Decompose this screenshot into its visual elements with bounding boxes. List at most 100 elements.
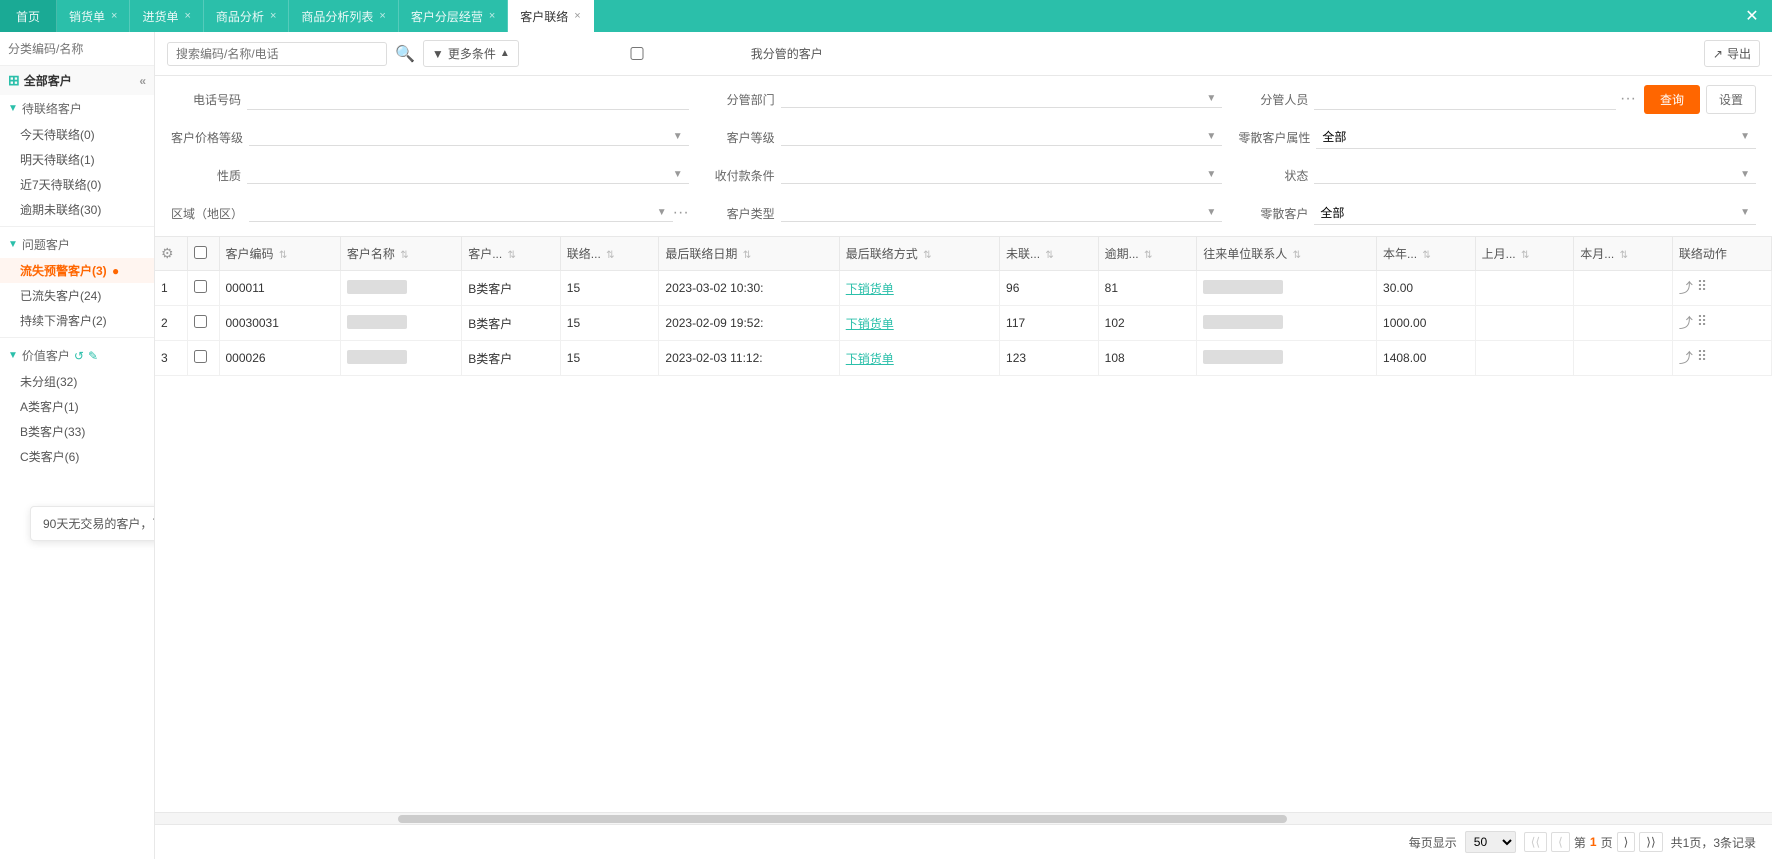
filter-customer-type-select[interactable]: ▼	[781, 204, 1223, 222]
tab-purchase-close[interactable]: ×	[184, 10, 190, 22]
last-page-button[interactable]: ⟩⟩	[1639, 832, 1662, 852]
th-overdue[interactable]: 逾期... ⇅	[1098, 237, 1197, 271]
tab-home[interactable]: 首页	[0, 0, 57, 32]
table-settings-icon[interactable]: ⚙	[161, 245, 174, 261]
cell-this-year: 30.00	[1377, 271, 1476, 306]
first-page-button[interactable]: ⟨⟨	[1524, 832, 1547, 852]
sidebar-item-overdue[interactable]: 逾期未联络(30)	[0, 197, 154, 222]
th-code[interactable]: 客户编码 ⇅	[219, 237, 340, 271]
th-unit-contact[interactable]: 往来单位联系人 ⇅	[1197, 237, 1377, 271]
tab-customer-segment[interactable]: 客户分层经营 ×	[399, 0, 508, 32]
sidebar-item-churned[interactable]: 已流失客户(24)	[0, 283, 154, 308]
export-button[interactable]: ↗ 导出	[1704, 40, 1760, 67]
my-customers-filter[interactable]: 我分管的客户	[527, 45, 823, 62]
sidebar-all-customers[interactable]: ⊞ 全部客户 «	[0, 66, 154, 95]
sidebar-item-declining[interactable]: 持续下滑客户(2)	[0, 308, 154, 333]
th-name[interactable]: 客户名称 ⇅	[340, 237, 461, 271]
scrollbar-thumb[interactable]	[398, 815, 1287, 823]
th-last-month[interactable]: 上月... ⇅	[1475, 237, 1574, 271]
tab-sales[interactable]: 销货单 ×	[57, 0, 130, 32]
th-no-contact[interactable]: 未联... ⇅	[1000, 237, 1099, 271]
filter-dept-select[interactable]: ▼	[781, 90, 1223, 108]
tab-analysis-close[interactable]: ×	[270, 10, 276, 22]
contact-method-link[interactable]: 下销货单	[846, 282, 894, 296]
sidebar-item-unclassified[interactable]: 未分组(32)	[0, 369, 154, 394]
sidebar-item-churn-warning[interactable]: 流失预警客户(3) ●	[0, 258, 154, 283]
my-customers-label: 我分管的客户	[751, 45, 823, 62]
sidebar-group-value[interactable]: ▼ 价值客户 ↺ ✎	[0, 342, 154, 369]
sidebar-group-value-label: 价值客户	[22, 347, 70, 364]
contact-method-link[interactable]: 下销货单	[846, 317, 894, 331]
th-this-month[interactable]: 本月... ⇅	[1574, 237, 1673, 271]
tab-customer-contact[interactable]: 客户联络 ×	[508, 0, 593, 32]
sidebar-search-input[interactable]	[8, 42, 155, 56]
filter-customer-level-select[interactable]: ▼	[781, 128, 1223, 146]
sidebar-item-7days[interactable]: 近7天待联络(0)	[0, 172, 154, 197]
th-contact[interactable]: 联络... ⇅	[560, 237, 659, 271]
my-customers-checkbox[interactable]	[527, 47, 747, 60]
filter-manager-input[interactable]	[1314, 89, 1616, 110]
filter-actions: 查询 设置	[1644, 85, 1756, 114]
action-more-icon[interactable]: ⠿	[1697, 278, 1707, 298]
sidebar-collapse-icon[interactable]: «	[139, 74, 146, 88]
search-button-icon[interactable]: 🔍	[395, 44, 415, 64]
th-last-contact-method[interactable]: 最后联络方式 ⇅	[839, 237, 999, 271]
cell-type: B类客户	[462, 271, 561, 306]
next-page-button[interactable]: ⟩	[1617, 832, 1636, 852]
row-checkbox-0[interactable]	[194, 280, 207, 293]
sidebar-group-waiting[interactable]: ▼ 待联络客户	[0, 95, 154, 122]
th-last-contact-date[interactable]: 最后联络日期 ⇅	[659, 237, 839, 271]
prev-page-button[interactable]: ⟨	[1551, 832, 1570, 852]
sidebar-item-class-c[interactable]: C类客户(6)	[0, 444, 154, 469]
cell-type: B类客户	[462, 306, 561, 341]
action-link-icon[interactable]: ⤴	[1679, 348, 1693, 368]
sidebar-item-tomorrow[interactable]: 明天待联络(1)	[0, 147, 154, 172]
filter-price-level-select[interactable]: ▼	[249, 128, 689, 146]
select-all-checkbox[interactable]	[194, 246, 207, 259]
sidebar-group-problem[interactable]: ▼ 问题客户	[0, 231, 154, 258]
window-close-button[interactable]: ✕	[1732, 0, 1772, 32]
filter-manager-more[interactable]: ···	[1620, 90, 1636, 108]
settings-button[interactable]: 设置	[1706, 85, 1756, 114]
action-link-icon[interactable]: ⤴	[1679, 278, 1693, 298]
filter-region-select[interactable]: ▼	[249, 204, 673, 222]
action-more-icon[interactable]: ⠿	[1697, 348, 1707, 368]
filter-nature-select[interactable]: ▼	[247, 166, 689, 184]
horizontal-scrollbar[interactable]	[155, 812, 1772, 824]
th-this-year[interactable]: 本年... ⇅	[1377, 237, 1476, 271]
filter-retail-select[interactable]: 全部 ▼	[1314, 201, 1756, 225]
more-filters-button[interactable]: ▼ 更多条件 ▲	[423, 40, 519, 67]
tab-customer-segment-close[interactable]: ×	[489, 10, 495, 22]
tab-purchase[interactable]: 进货单 ×	[130, 0, 203, 32]
query-button[interactable]: 查询	[1644, 85, 1700, 114]
filter-status-select[interactable]: ▼	[1314, 166, 1756, 184]
sidebar-group-value-refresh[interactable]: ↺	[74, 349, 84, 363]
th-type[interactable]: 客户... ⇅	[462, 237, 561, 271]
th-checkbox	[187, 237, 219, 271]
filter-region-more[interactable]: ···	[673, 204, 689, 222]
contact-method-link[interactable]: 下销货单	[846, 352, 894, 366]
cell-name	[340, 306, 461, 341]
filter-payment-select[interactable]: ▼	[781, 166, 1223, 184]
tab-analysis-list[interactable]: 商品分析列表 ×	[289, 0, 398, 32]
filter-retail-attr-select[interactable]: 全部 ▼	[1316, 125, 1756, 149]
sidebar-item-class-b[interactable]: B类客户(33)	[0, 419, 154, 444]
filter-nature-arrow: ▼	[673, 169, 683, 180]
filter-manager-label: 分管人员	[1238, 91, 1308, 108]
per-page-select[interactable]: 50 100 200	[1465, 831, 1516, 853]
action-link-icon[interactable]: ⤴	[1679, 313, 1693, 333]
tab-analysis[interactable]: 商品分析 ×	[204, 0, 289, 32]
filter-retail-attr-label: 零散客户属性	[1238, 129, 1310, 146]
sidebar-item-today[interactable]: 今天待联络(0)	[0, 122, 154, 147]
sidebar-item-class-a[interactable]: A类客户(1)	[0, 394, 154, 419]
tab-analysis-list-close[interactable]: ×	[379, 10, 385, 22]
filter-phone-input[interactable]	[247, 89, 689, 110]
sidebar-group-value-edit[interactable]: ✎	[88, 349, 98, 363]
row-checkbox-1[interactable]	[194, 315, 207, 328]
search-input[interactable]	[167, 42, 387, 66]
action-more-icon[interactable]: ⠿	[1697, 313, 1707, 333]
row-checkbox-2[interactable]	[194, 350, 207, 363]
filter-phone-label: 电话号码	[171, 91, 241, 108]
tab-sales-close[interactable]: ×	[111, 10, 117, 22]
tab-customer-contact-close[interactable]: ×	[574, 10, 580, 22]
